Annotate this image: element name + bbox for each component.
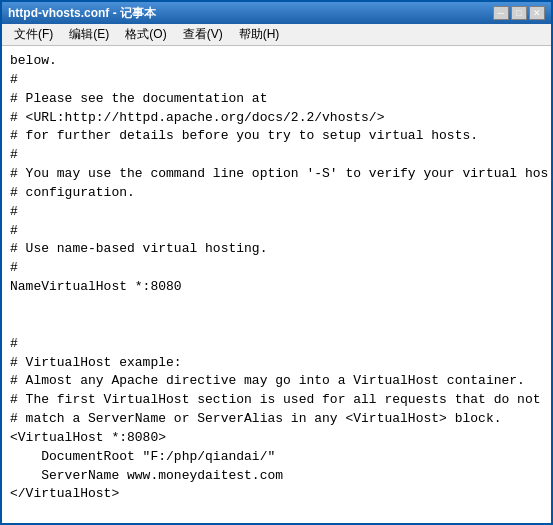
menu-view[interactable]: 查看(V) [175, 24, 231, 45]
title-bar: httpd-vhosts.conf - 记事本 ─ □ ✕ [2, 2, 551, 24]
minimize-button[interactable]: ─ [493, 6, 509, 20]
window-controls: ─ □ ✕ [493, 6, 545, 20]
text-content[interactable]: below. # # Please see the documentation … [2, 46, 551, 523]
menu-edit[interactable]: 编辑(E) [61, 24, 117, 45]
menu-help[interactable]: 帮助(H) [231, 24, 288, 45]
close-button[interactable]: ✕ [529, 6, 545, 20]
notepad-window: httpd-vhosts.conf - 记事本 ─ □ ✕ 文件(F) 编辑(E… [0, 0, 553, 525]
menu-file[interactable]: 文件(F) [6, 24, 61, 45]
menu-bar: 文件(F) 编辑(E) 格式(O) 查看(V) 帮助(H) [2, 24, 551, 46]
menu-format[interactable]: 格式(O) [117, 24, 174, 45]
maximize-button[interactable]: □ [511, 6, 527, 20]
window-title: httpd-vhosts.conf - 记事本 [8, 5, 156, 22]
